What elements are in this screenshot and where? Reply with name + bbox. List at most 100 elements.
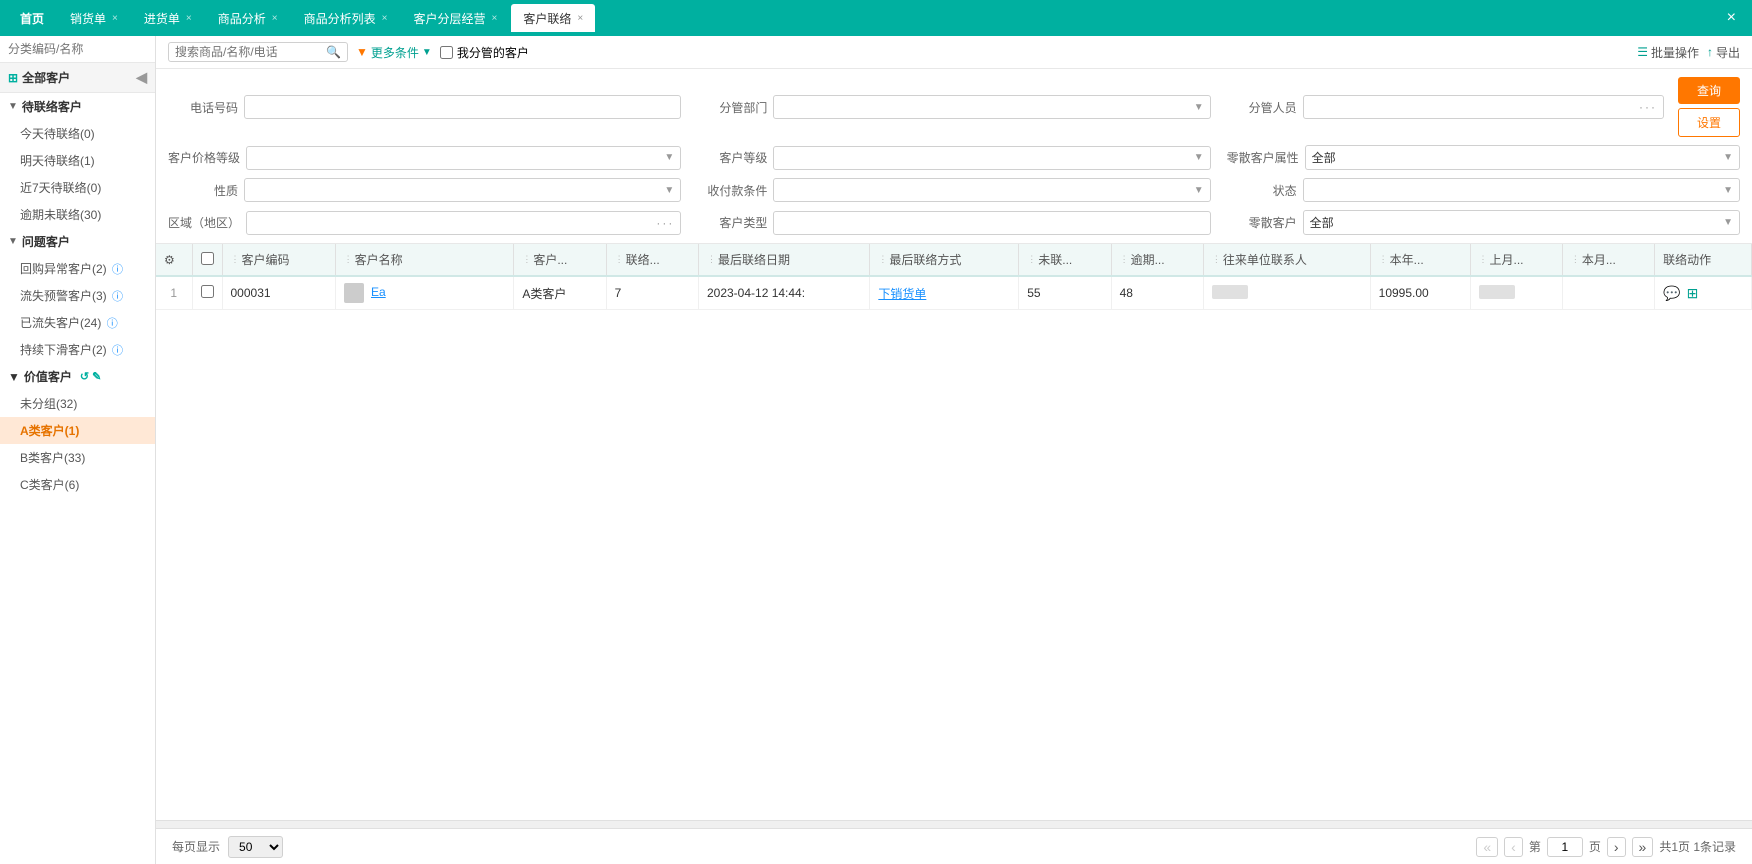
first-page-btn[interactable]: « <box>1476 837 1498 857</box>
retail-attr-select[interactable]: 全部▼ <box>1305 145 1740 170</box>
nav-tab-purchase[interactable]: 进货单 × <box>132 4 204 32</box>
filter-row-phone: 电话号码 <box>168 77 681 137</box>
sidebar-item-repurchase-abnormal[interactable]: 回购异常客户(2) ⓘ <box>0 255 155 282</box>
batch-operation-btn[interactable]: ☰ 批量操作 <box>1637 44 1699 61</box>
sidebar-item-churn-warning[interactable]: 流失预警客户(3) ⓘ <box>0 282 155 309</box>
close-goods-analysis-tab[interactable]: × <box>272 13 278 24</box>
edit-icon[interactable]: ✎ <box>92 370 101 383</box>
th-overdue[interactable]: ⋮ 逾期... <box>1111 244 1203 276</box>
retail-customer-value: 全部 <box>1310 214 1334 231</box>
manager-dots-icon: ··· <box>1639 100 1657 114</box>
customer-level-select[interactable]: ▼ <box>773 146 1210 170</box>
retail-customer-select[interactable]: 全部 ▼ <box>1303 210 1740 235</box>
row-action-more-icon[interactable]: ⊞ <box>1687 285 1699 302</box>
row-last-month-placeholder <box>1479 285 1515 299</box>
manager-input[interactable]: ··· <box>1303 95 1664 119</box>
th-code[interactable]: ⋮ 客户编码 <box>222 244 335 276</box>
row-last-way[interactable]: 下销货单 <box>878 287 926 301</box>
th-contact-count[interactable]: ⋮ 联络... <box>606 244 698 276</box>
value-customers-icons: ↺ ✎ <box>80 370 101 383</box>
payment-select[interactable]: ▼ <box>773 178 1210 202</box>
table-horizontal-scrollbar[interactable] <box>156 820 1752 828</box>
collapse-sidebar-icon[interactable]: ◀ <box>136 69 147 86</box>
sidebar-item-b-class[interactable]: B类客户(33) <box>0 444 155 471</box>
th-last-way[interactable]: ⋮ 最后联络方式 <box>870 244 1019 276</box>
row-action-chat-icon[interactable]: 💬 <box>1663 285 1680 302</box>
row-type-cell: A类客户 <box>514 276 606 310</box>
nature-select[interactable]: ▼ <box>244 178 681 202</box>
th-contact-person[interactable]: ⋮ 往来单位联系人 <box>1203 244 1370 276</box>
page-label: 第 <box>1529 838 1541 855</box>
row-this-month-cell <box>1562 276 1654 310</box>
query-button[interactable]: 查询 <box>1678 77 1740 104</box>
payment-label: 收付款条件 <box>697 182 767 199</box>
sidebar-item-declining[interactable]: 持续下滑客户(2) ⓘ <box>0 336 155 363</box>
th-this-year[interactable]: ⋮ 本年... <box>1370 244 1470 276</box>
retail-customer-arrow-icon: ▼ <box>1723 217 1733 228</box>
problem-customers-group[interactable]: ▼ 问题客户 <box>0 228 155 255</box>
nav-tab-goods-analysis-list[interactable]: 商品分析列表 × <box>292 4 400 32</box>
customer-type-input[interactable] <box>773 211 1210 235</box>
sidebar-item-overdue[interactable]: 逾期未联络(30) <box>0 201 155 228</box>
price-level-select[interactable]: ▼ <box>246 146 681 170</box>
th-name-label: 客户名称 <box>355 251 403 268</box>
dept-select[interactable]: ▼ <box>773 95 1210 119</box>
next-page-btn[interactable]: › <box>1607 837 1626 857</box>
th-settings[interactable]: ⚙ <box>156 244 192 276</box>
close-customer-contact-tab[interactable]: × <box>577 13 583 24</box>
phone-input[interactable] <box>244 95 681 119</box>
sidebar-item-c-class[interactable]: C类客户(6) <box>0 471 155 498</box>
region-input[interactable]: ··· <box>246 211 681 235</box>
all-customers-header[interactable]: ⊞ 全部客户 ◀ <box>0 63 155 93</box>
sidebar-search-input[interactable] <box>8 42 156 56</box>
value-tri-icon: ▼ <box>8 370 20 384</box>
th-last-date[interactable]: ⋮ 最后联络日期 <box>698 244 869 276</box>
page-size-select[interactable]: 50 100 200 <box>228 836 283 858</box>
row-checkbox[interactable] <box>201 285 214 298</box>
close-customer-layer-tab[interactable]: × <box>491 13 497 24</box>
my-customers-checkbox[interactable] <box>440 46 453 59</box>
current-page-input[interactable] <box>1547 837 1583 857</box>
refresh-icon[interactable]: ↺ <box>80 370 89 383</box>
th-last-way-label: 最后联络方式 <box>889 251 961 268</box>
prev-page-btn[interactable]: ‹ <box>1504 837 1523 857</box>
status-select[interactable]: ▼ <box>1303 178 1740 202</box>
nav-tab-sales[interactable]: 销货单 × <box>58 4 130 32</box>
export-btn[interactable]: ↑ 导出 <box>1707 44 1740 61</box>
th-name[interactable]: ⋮ 客户名称 <box>335 244 514 276</box>
pending-contact-group[interactable]: ▼ 待联络客户 <box>0 93 155 120</box>
total-label: 共1页 1条记录 <box>1659 838 1736 855</box>
row-contact-person-placeholder <box>1212 285 1248 299</box>
th-overdue-sort-icon: ⋮ <box>1120 254 1129 265</box>
th-uncontacted[interactable]: ⋮ 未联... <box>1019 244 1111 276</box>
sidebar-item-unclassified[interactable]: 未分组(32) <box>0 390 155 417</box>
sidebar-item-today[interactable]: 今天待联络(0) <box>0 120 155 147</box>
global-close-button[interactable]: × <box>1719 5 1744 30</box>
main-search-icon[interactable]: 🔍 <box>326 45 341 59</box>
sidebar-item-a-class[interactable]: A类客户(1) <box>0 417 155 444</box>
settings-icon[interactable]: ⚙ <box>164 253 175 267</box>
more-filters-btn[interactable]: ▼ 更多条件 ▼ <box>356 44 432 61</box>
nav-tab-home[interactable]: 首页 <box>8 4 56 32</box>
settings-button[interactable]: 设置 <box>1678 108 1740 137</box>
select-all-checkbox[interactable] <box>201 252 214 265</box>
close-goods-list-tab[interactable]: × <box>382 13 388 24</box>
close-sales-tab[interactable]: × <box>112 13 118 24</box>
sidebar-item-tomorrow[interactable]: 明天待联络(1) <box>0 147 155 174</box>
value-customers-group[interactable]: ▼ 价值客户 ↺ ✎ <box>0 363 155 390</box>
sidebar-item-7days[interactable]: 近7天待联络(0) <box>0 174 155 201</box>
th-this-month[interactable]: ⋮ 本月... <box>1562 244 1654 276</box>
th-last-month[interactable]: ⋮ 上月... <box>1470 244 1562 276</box>
close-purchase-tab[interactable]: × <box>186 13 192 24</box>
nav-tab-goods-analysis[interactable]: 商品分析 × <box>206 4 290 32</box>
nav-tab-customer-layer[interactable]: 客户分层经营 × <box>401 4 509 32</box>
batch-icon: ☰ <box>1637 45 1648 59</box>
nav-tab-customer-contact[interactable]: 客户联络 × <box>511 4 595 32</box>
th-checkbox[interactable] <box>192 244 222 276</box>
th-type[interactable]: ⋮ 客户... <box>514 244 606 276</box>
my-customers-checkbox-row: 我分管的客户 <box>440 44 529 61</box>
main-search-input[interactable] <box>175 45 322 59</box>
sidebar-item-churned[interactable]: 已流失客户(24) ⓘ <box>0 309 155 336</box>
last-page-btn[interactable]: » <box>1632 837 1654 857</box>
info-icon-0: ⓘ <box>112 264 123 276</box>
